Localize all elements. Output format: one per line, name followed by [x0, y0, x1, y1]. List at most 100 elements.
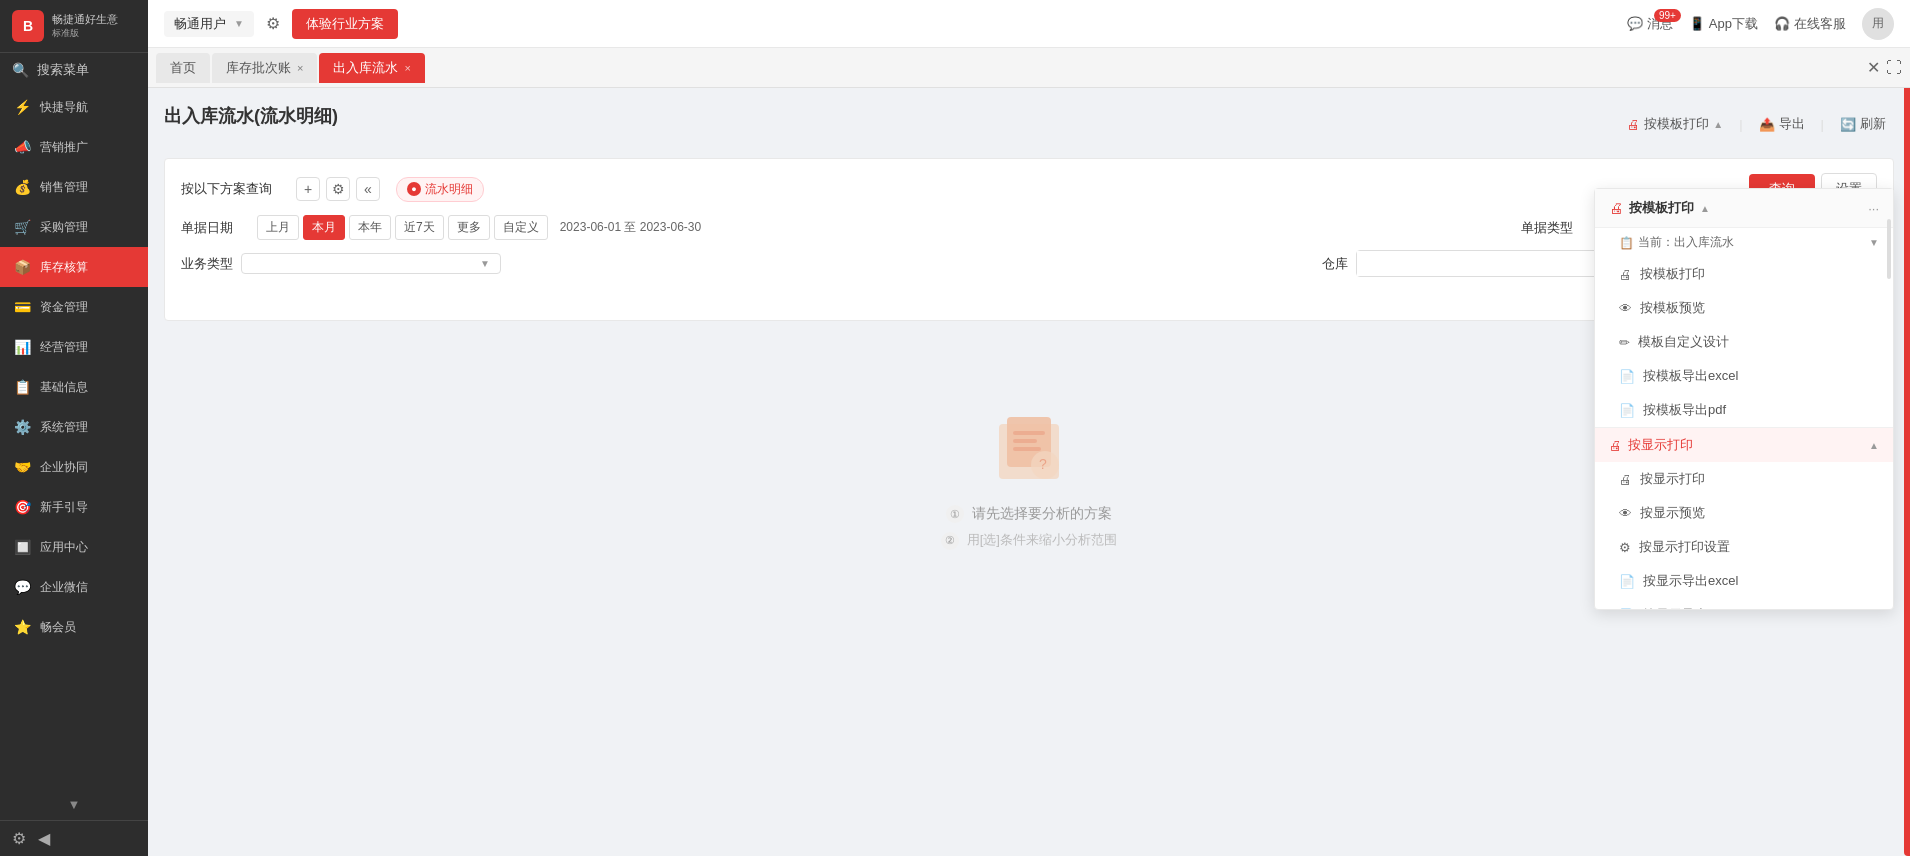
user-area[interactable]: 畅通用户 ▼	[164, 11, 254, 37]
filter-title: 按以下方案查询	[181, 180, 272, 198]
tab-home-label: 首页	[170, 59, 196, 77]
tab-flow[interactable]: 出入库流水 ×	[319, 53, 424, 83]
sidebar-scroll-down[interactable]: ▼	[64, 793, 85, 816]
sidebar-search[interactable]: 🔍 搜索菜单	[0, 53, 148, 87]
quick-nav-label: 快捷导航	[40, 99, 88, 116]
date-btn-7days[interactable]: 近7天	[395, 215, 444, 240]
date-btn-this-year[interactable]: 本年	[349, 215, 391, 240]
inventory-icon: 📦	[12, 257, 32, 277]
search-icon: 🔍	[12, 62, 29, 78]
export-btn[interactable]: 📤 导出	[1751, 111, 1813, 137]
excel-display-icon: 📄	[1619, 574, 1635, 589]
hint-number-2: ②	[941, 532, 959, 550]
avatar-text: 用	[1872, 15, 1884, 32]
empty-icon: ?	[989, 409, 1069, 489]
sidebar-item-wechat[interactable]: 💬 企业微信	[0, 567, 148, 607]
sidebar-item-label: 系统管理	[40, 419, 88, 436]
purchase-icon: 🛒	[12, 217, 32, 237]
print-display-icon: 🖨	[1619, 472, 1632, 487]
tabbar-close-btn[interactable]: ✕	[1867, 58, 1880, 77]
sidebar-item-inventory[interactable]: 📦 库存核算	[0, 247, 148, 287]
dropdown-item-export-excel-display[interactable]: 📄 按显示导出excel	[1595, 564, 1893, 598]
sidebar-bottom: ⚙ ◀	[0, 820, 148, 856]
sidebar-settings-btn[interactable]: ⚙	[12, 829, 26, 848]
dropdown-current: 📋 当前：出入库流水 ▼	[1595, 228, 1893, 257]
date-btn-more[interactable]: 更多	[448, 215, 490, 240]
sidebar-item-operation[interactable]: 📊 经营管理	[0, 327, 148, 367]
app-download-label: App下载	[1709, 15, 1758, 33]
tab-batch-close[interactable]: ×	[297, 62, 303, 74]
filter-collapse-btn[interactable]: «	[356, 177, 380, 201]
app-download-btn[interactable]: 📱 App下载	[1689, 15, 1758, 33]
user-name: 畅通用户	[174, 15, 226, 33]
page-content: 出入库流水(流水明细) 🖨 按模板打印 ▲ | 📤 导出 | 🔄	[148, 88, 1910, 856]
sidebar-item-enterprise[interactable]: 🤝 企业协同	[0, 447, 148, 487]
separator2: |	[1821, 117, 1824, 132]
online-service-btn[interactable]: 🎧 在线客服	[1774, 15, 1846, 33]
print-template-btn[interactable]: 🖨 按模板打印 ▲	[1619, 111, 1731, 137]
sidebar-item-quick-nav[interactable]: ⚡ 快捷导航	[0, 87, 148, 127]
date-btn-custom[interactable]: 自定义	[494, 215, 548, 240]
biz-type-select[interactable]: ▼	[241, 253, 501, 274]
tab-flow-label: 出入库流水	[333, 59, 398, 77]
dropdown-item-export-pdf-display[interactable]: 📄 按显示导出pdf	[1595, 598, 1893, 609]
settings-icon: ⚙	[332, 181, 345, 197]
biz-type-arrow-icon: ▼	[480, 258, 490, 269]
dropdown-item-custom-template[interactable]: ✏ 模板自定义设计	[1595, 325, 1893, 359]
sales-icon: 💰	[12, 177, 32, 197]
dropdown-section-up-icon: ▲	[1869, 440, 1879, 451]
topbar-settings-icon[interactable]: ⚙	[266, 14, 280, 33]
current-icon: 📋	[1619, 236, 1634, 250]
hint-number-1: ①	[946, 505, 964, 523]
dropdown-section-display: 🖨 按显示打印 👁 按显示预览 ⚙ 按显示打印设置 📄	[1595, 462, 1893, 609]
filter-tag: ● 流水明细	[396, 177, 484, 202]
sidebar-collapse-btn[interactable]: ◀	[38, 829, 50, 848]
sidebar-item-member[interactable]: ⭐ 畅会员	[0, 607, 148, 647]
dropdown-item-export-pdf-template[interactable]: 📄 按模板导出pdf	[1595, 393, 1893, 427]
tabbar-expand-btn[interactable]: ⛶	[1886, 59, 1902, 77]
sidebar-item-base[interactable]: 📋 基础信息	[0, 367, 148, 407]
dropdown-section-display-header[interactable]: 🖨 按显示打印 ▲	[1595, 428, 1893, 462]
sidebar-item-purchase[interactable]: 🛒 采购管理	[0, 207, 148, 247]
item-label: 按显示导出pdf	[1643, 606, 1726, 609]
marketing-icon: 📣	[12, 137, 32, 157]
warehouse-label: 仓库	[1322, 255, 1348, 273]
sidebar-item-guide[interactable]: 🎯 新手引导	[0, 487, 148, 527]
date-btn-last-month[interactable]: 上月	[257, 215, 299, 240]
refresh-btn[interactable]: 🔄 刷新	[1832, 111, 1894, 137]
dropdown-item-print-template[interactable]: 🖨 按模板打印	[1595, 257, 1893, 291]
avatar[interactable]: 用	[1862, 8, 1894, 40]
tab-home[interactable]: 首页	[156, 53, 210, 83]
dropdown-item-print-display[interactable]: 🖨 按显示打印	[1595, 462, 1893, 496]
filter-actions: + ⚙ «	[296, 177, 380, 201]
dropdown-panel: 🖨 按模板打印 ▲ ··· 📋 当前：出入库流水 ▼	[1594, 188, 1894, 610]
filter-add-btn[interactable]: +	[296, 177, 320, 201]
dropdown-item-export-excel-template[interactable]: 📄 按模板导出excel	[1595, 359, 1893, 393]
sidebar-item-appcenter[interactable]: 🔲 应用中心	[0, 527, 148, 567]
tab-batch-label: 库存批次账	[226, 59, 291, 77]
user-chevron-icon: ▼	[234, 18, 244, 29]
dropdown-item-preview-display[interactable]: 👁 按显示预览	[1595, 496, 1893, 530]
collapse-icon: «	[364, 181, 372, 197]
sidebar-item-finance[interactable]: 💳 资金管理	[0, 287, 148, 327]
printer-icon: 🖨	[1627, 117, 1640, 132]
message-btn[interactable]: 💬 消息 99+	[1627, 15, 1673, 33]
appcenter-icon: 🔲	[12, 537, 32, 557]
sidebar-item-sales[interactable]: 💰 销售管理	[0, 167, 148, 207]
tag-icon: ●	[407, 182, 421, 196]
dropdown-item-print-settings-display[interactable]: ⚙ 按显示打印设置	[1595, 530, 1893, 564]
settings-display-icon: ⚙	[1619, 540, 1631, 555]
tab-flow-close[interactable]: ×	[404, 62, 410, 74]
tab-batch[interactable]: 库存批次账 ×	[212, 53, 317, 83]
trial-btn[interactable]: 体验行业方案	[292, 9, 398, 39]
sidebar-item-marketing[interactable]: 📣 营销推广	[0, 127, 148, 167]
dropdown-more-icon[interactable]: ···	[1868, 201, 1879, 216]
sidebar-item-label: 采购管理	[40, 219, 88, 236]
sidebar-item-system[interactable]: ⚙️ 系统管理	[0, 407, 148, 447]
filter-settings-btn[interactable]: ⚙	[326, 177, 350, 201]
main-content: 畅通用户 ▼ ⚙ 体验行业方案 💬 消息 99+ 📱 App下载 🎧	[148, 0, 1910, 856]
dropdown-item-preview-template[interactable]: 👁 按模板预览	[1595, 291, 1893, 325]
date-btn-this-month[interactable]: 本月	[303, 215, 345, 240]
refresh-label: 刷新	[1860, 115, 1886, 133]
online-service-label: 在线客服	[1794, 15, 1846, 33]
